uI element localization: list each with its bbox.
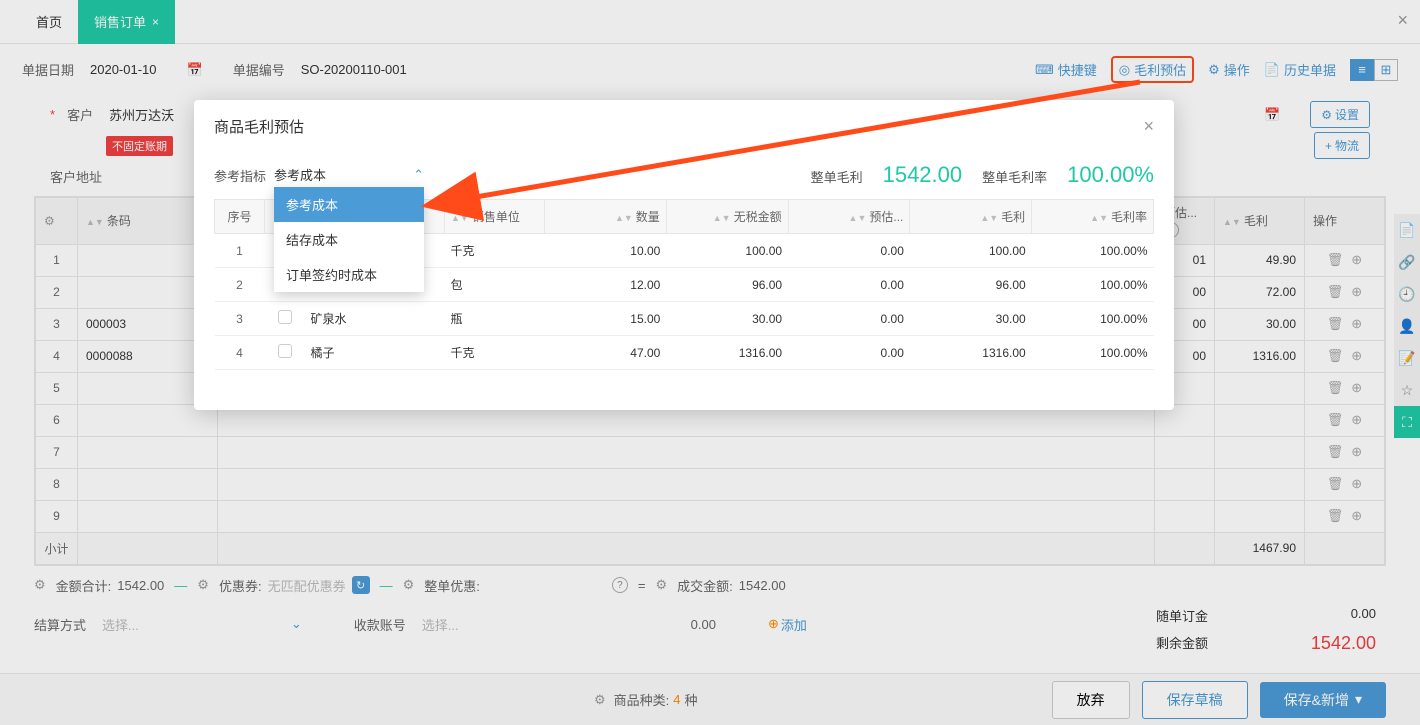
metric-value: 参考成本 bbox=[274, 165, 326, 184]
dropdown-option-0[interactable]: 参考成本 bbox=[274, 187, 424, 222]
cell-est: 0.00 bbox=[788, 234, 910, 268]
modal-body: 参考指标 参考成本 ⌃ 参考成本 结存成本 订单签约时成本 整单毛利 1542.… bbox=[194, 153, 1174, 410]
modal-close-icon[interactable]: × bbox=[1143, 116, 1154, 137]
col-seq[interactable]: 序号 bbox=[215, 200, 265, 234]
total-profit-label: 整单毛利 bbox=[811, 167, 863, 186]
cell-seq: 1 bbox=[215, 234, 265, 268]
table-row[interactable]: 3 矿泉水 瓶 15.00 30.00 0.00 30.00 100.00% bbox=[215, 302, 1154, 336]
total-profit-value: 1542.00 bbox=[883, 162, 963, 188]
col-amount-label: 无税金额 bbox=[734, 210, 782, 224]
sort-icon: ▲▼ bbox=[451, 215, 469, 221]
cell-profit: 30.00 bbox=[910, 302, 1032, 336]
cell-rate: 100.00% bbox=[1032, 302, 1154, 336]
checkbox-icon bbox=[278, 310, 292, 324]
checkbox-icon bbox=[278, 344, 292, 358]
cell-checkbox[interactable] bbox=[265, 336, 305, 370]
cell-unit: 瓶 bbox=[445, 302, 545, 336]
cell-amount: 100.00 bbox=[666, 234, 788, 268]
sort-icon: ▲▼ bbox=[1090, 215, 1108, 221]
cell-qty: 15.00 bbox=[545, 302, 667, 336]
cell-amount: 96.00 bbox=[666, 268, 788, 302]
col-est[interactable]: ▲▼预估... bbox=[788, 200, 910, 234]
cell-amount: 1316.00 bbox=[666, 336, 788, 370]
cell-name: 矿泉水 bbox=[305, 302, 445, 336]
metric-label: 参考指标 bbox=[214, 166, 266, 185]
col-rate[interactable]: ▲▼毛利率 bbox=[1032, 200, 1154, 234]
cell-profit: 1316.00 bbox=[910, 336, 1032, 370]
sort-icon: ▲▼ bbox=[849, 215, 867, 221]
col-est-label: 预估... bbox=[869, 210, 903, 224]
metric-row: 参考指标 参考成本 ⌃ 参考成本 结存成本 订单签约时成本 整单毛利 1542.… bbox=[214, 161, 1154, 189]
chevron-up-icon: ⌃ bbox=[413, 167, 424, 183]
modal-title: 商品毛利预估 bbox=[214, 116, 304, 137]
dropdown-option-1[interactable]: 结存成本 bbox=[274, 222, 424, 257]
cell-qty: 10.00 bbox=[545, 234, 667, 268]
cell-amount: 30.00 bbox=[666, 302, 788, 336]
cell-checkbox[interactable] bbox=[265, 302, 305, 336]
sort-icon: ▲▼ bbox=[713, 215, 731, 221]
cell-rate: 100.00% bbox=[1032, 234, 1154, 268]
cell-seq: 3 bbox=[215, 302, 265, 336]
cell-profit: 100.00 bbox=[910, 234, 1032, 268]
cell-qty: 47.00 bbox=[545, 336, 667, 370]
col-unit-label: 销售单位 bbox=[472, 210, 520, 224]
col-profit[interactable]: ▲▼毛利 bbox=[910, 200, 1032, 234]
sort-icon: ▲▼ bbox=[615, 215, 633, 221]
col-rate-label: 毛利率 bbox=[1111, 210, 1147, 224]
total-rate-value: 100.00% bbox=[1067, 162, 1154, 188]
metric-select[interactable]: 参考成本 ⌃ 参考成本 结存成本 订单签约时成本 bbox=[274, 161, 424, 189]
cell-name: 橘子 bbox=[305, 336, 445, 370]
col-qty[interactable]: ▲▼数量 bbox=[545, 200, 667, 234]
cell-unit: 包 bbox=[445, 268, 545, 302]
col-amount[interactable]: ▲▼无税金额 bbox=[666, 200, 788, 234]
total-rate-label: 整单毛利率 bbox=[982, 167, 1047, 186]
dropdown-option-2[interactable]: 订单签约时成本 bbox=[274, 257, 424, 292]
table-row[interactable]: 4 橘子 千克 47.00 1316.00 0.00 1316.00 100.0… bbox=[215, 336, 1154, 370]
col-unit[interactable]: ▲▼销售单位 bbox=[445, 200, 545, 234]
metric-totals: 整单毛利 1542.00 整单毛利率 100.00% bbox=[811, 162, 1154, 188]
cell-est: 0.00 bbox=[788, 268, 910, 302]
cell-est: 0.00 bbox=[788, 336, 910, 370]
col-profit-label: 毛利 bbox=[1001, 210, 1025, 224]
cell-profit: 96.00 bbox=[910, 268, 1032, 302]
modal-header: 商品毛利预估 × bbox=[194, 100, 1174, 153]
profit-modal: 商品毛利预估 × 参考指标 参考成本 ⌃ 参考成本 结存成本 订单签约时成本 整… bbox=[194, 100, 1174, 410]
cell-est: 0.00 bbox=[788, 302, 910, 336]
cell-qty: 12.00 bbox=[545, 268, 667, 302]
sort-icon: ▲▼ bbox=[980, 215, 998, 221]
cell-rate: 100.00% bbox=[1032, 268, 1154, 302]
cell-rate: 100.00% bbox=[1032, 336, 1154, 370]
cell-unit: 千克 bbox=[445, 336, 545, 370]
col-qty-label: 数量 bbox=[636, 210, 660, 224]
cell-seq: 2 bbox=[215, 268, 265, 302]
metric-dropdown: 参考成本 结存成本 订单签约时成本 bbox=[274, 187, 424, 292]
cell-seq: 4 bbox=[215, 336, 265, 370]
cell-unit: 千克 bbox=[445, 234, 545, 268]
